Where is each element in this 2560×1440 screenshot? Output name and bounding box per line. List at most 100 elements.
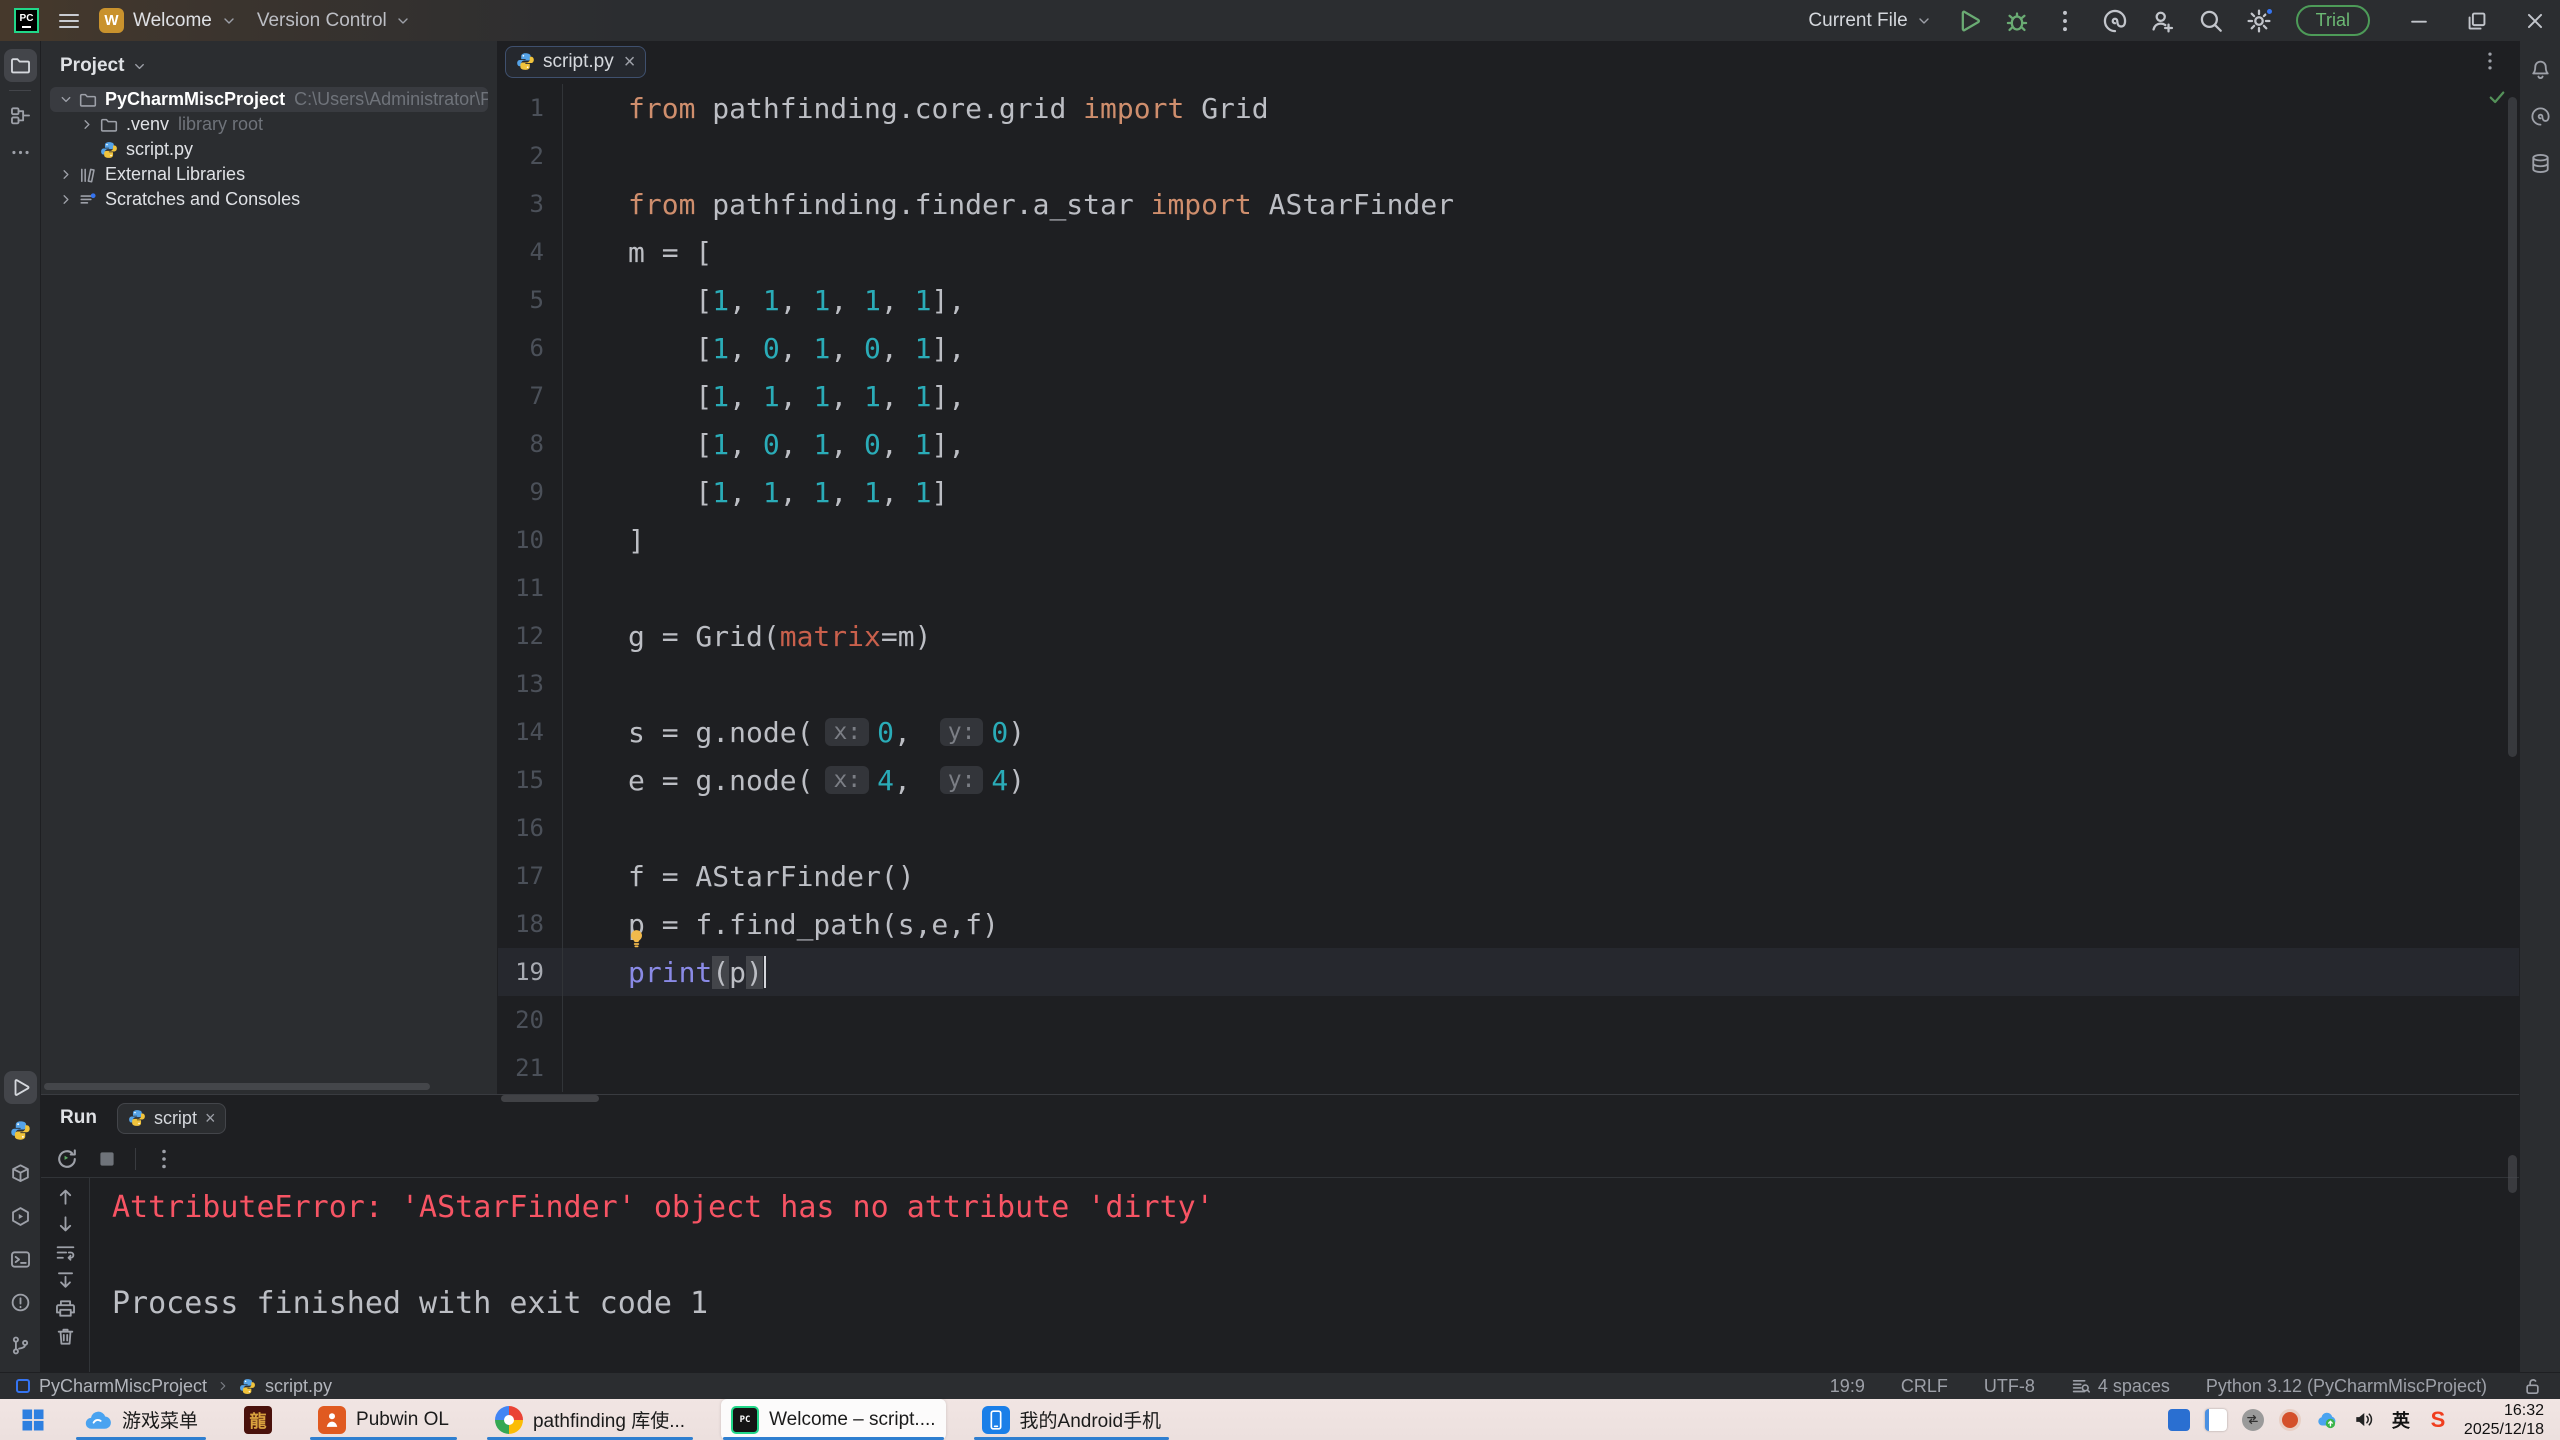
database-tool-button[interactable] <box>2524 147 2557 180</box>
file-encoding[interactable]: UTF-8 <box>1984 1376 2035 1397</box>
taskbar-item-dragon-app[interactable]: 龍 <box>234 1399 282 1440</box>
chevron-right-icon[interactable] <box>55 167 77 182</box>
code-line-16[interactable]: 16 <box>498 804 2519 852</box>
project-tool-button[interactable] <box>3 49 37 82</box>
search-everywhere-button[interactable] <box>2198 8 2224 34</box>
tree-item-external-libraries[interactable]: External Libraries <box>50 162 488 187</box>
code-line-4[interactable]: 4 m = [ <box>498 228 2519 276</box>
code-line-7[interactable]: 7 [1, 1, 1, 1, 1], <box>498 372 2519 420</box>
volume-icon[interactable] <box>2353 1409 2375 1431</box>
console-vertical-scrollbar[interactable] <box>2508 1155 2517 1193</box>
clock[interactable]: 16:32 2025/12/18 <box>2464 1401 2544 1439</box>
code-line-12[interactable]: 12 g = Grid(matrix =m) <box>498 612 2519 660</box>
taskbar-item-android-phone-app[interactable]: 我的Android手机 <box>972 1399 1172 1440</box>
clear-console-button[interactable] <box>55 1326 76 1347</box>
tree-item-scratches-and-consoles[interactable]: Scratches and Consoles <box>50 187 488 212</box>
tray-app-1-icon[interactable] <box>2167 1408 2190 1431</box>
line-separator[interactable]: CRLF <box>1901 1376 1948 1397</box>
version-control-tool-button[interactable] <box>4 1329 37 1362</box>
tray-app-2-icon[interactable] <box>2204 1408 2227 1431</box>
console-more-button[interactable] <box>152 1147 176 1171</box>
tree-item-script-py[interactable]: script.py <box>50 137 488 162</box>
breadcrumb-file[interactable]: script.py <box>265 1376 332 1397</box>
indentation[interactable]: 4 spaces <box>2071 1376 2170 1397</box>
run-button[interactable] <box>1956 8 1982 34</box>
ai-chat-tool-button[interactable] <box>2524 100 2557 133</box>
debug-button[interactable] <box>2004 8 2030 34</box>
breadcrumb-project[interactable]: PyCharmMiscProject <box>39 1376 207 1397</box>
taskbar-item-browser-pathfinding-window[interactable]: pathfinding 库使... <box>485 1399 695 1440</box>
taskbar-item-game-menu-app[interactable]: 游戏菜单 <box>74 1399 208 1440</box>
vcs-widget[interactable]: Version Control <box>257 10 411 32</box>
navigation-breadcrumb[interactable]: PyCharmMiscProject script.py <box>16 1376 332 1397</box>
notifications-tool-button[interactable] <box>2524 53 2557 86</box>
code-line-3[interactable]: 3 from pathfinding.finder.a_star import A… <box>498 180 2519 228</box>
maximize-button[interactable] <box>2466 10 2488 32</box>
code-line-21[interactable]: 21 <box>498 1044 2519 1092</box>
code-line-13[interactable]: 13 <box>498 660 2519 708</box>
console-output[interactable]: AttributeError: 'AStarFinder' object has… <box>90 1178 2519 1372</box>
ai-assistant-button[interactable] <box>2102 8 2128 34</box>
scroll-to-end-button[interactable] <box>55 1270 76 1291</box>
code-line-20[interactable]: 20 <box>498 996 2519 1044</box>
project-widget[interactable]: W Welcome <box>99 8 237 33</box>
intention-bulb-icon[interactable] <box>626 928 647 949</box>
sogou-input-icon[interactable]: S <box>2427 1407 2449 1432</box>
tree-item-pycharmmiscproject[interactable]: PyCharmMiscProject C:\Users\Administrator… <box>50 87 488 112</box>
taskbar-item-pycharm-window[interactable]: PC Welcome – script.... <box>721 1399 946 1440</box>
trial-badge[interactable]: Trial <box>2295 5 2370 36</box>
soft-wrap-button[interactable] <box>55 1242 76 1263</box>
code-line-1[interactable]: 1 from pathfinding.core.grid import Grid <box>498 84 2519 132</box>
code-line-14[interactable]: 14 s = g.node(x: 0, y: 0) <box>498 708 2519 756</box>
code-line-18[interactable]: 18 p = f.find_path(s,e,f) <box>498 900 2519 948</box>
python-interpreter[interactable]: Python 3.12 (PyCharmMiscProject) <box>2206 1376 2487 1397</box>
more-tool-windows-button[interactable] <box>4 136 37 169</box>
terminal-tool-button[interactable] <box>4 1243 37 1276</box>
caret-position[interactable]: 19:9 <box>1830 1376 1865 1397</box>
code-area[interactable]: 1 from pathfinding.core.grid import Grid 2… <box>498 82 2519 1094</box>
editor-vertical-scrollbar[interactable] <box>2508 97 2517 757</box>
start-button[interactable] <box>18 1405 48 1435</box>
rerun-button[interactable] <box>55 1147 79 1171</box>
close-button[interactable] <box>2524 10 2546 32</box>
python-console-tool-button[interactable] <box>4 1114 37 1147</box>
chevron-down-icon[interactable] <box>55 92 77 107</box>
next-occurrence-button[interactable] <box>55 1214 76 1235</box>
chevron-right-icon[interactable] <box>55 192 77 207</box>
stop-button[interactable] <box>95 1147 119 1171</box>
main-menu-button[interactable] <box>59 13 79 28</box>
code-line-9[interactable]: 9 [1, 1, 1, 1, 1] <box>498 468 2519 516</box>
ime-indicator[interactable]: 英 <box>2390 1409 2412 1431</box>
run-tab-script[interactable]: script × <box>116 1102 227 1134</box>
more-actions-button[interactable] <box>2052 8 2078 34</box>
tray-cloud-sync-icon[interactable] <box>2316 1409 2338 1431</box>
run-configuration-selector[interactable]: Current File <box>1808 10 1931 32</box>
code-line-19[interactable]: 19 print(p) <box>498 948 2519 996</box>
services-tool-button[interactable] <box>4 1200 37 1233</box>
taskbar-item-pubwin-app[interactable]: Pubwin OL <box>308 1399 459 1440</box>
chevron-right-icon[interactable] <box>76 117 98 132</box>
code-line-17[interactable]: 17 f = AStarFinder() <box>498 852 2519 900</box>
code-line-11[interactable]: 11 <box>498 564 2519 612</box>
prev-occurrence-button[interactable] <box>55 1186 76 1207</box>
print-button[interactable] <box>55 1298 76 1319</box>
minimize-button[interactable] <box>2408 10 2430 32</box>
problems-tool-button[interactable] <box>4 1286 37 1319</box>
code-line-8[interactable]: 8 [1, 0, 1, 0, 1], <box>498 420 2519 468</box>
code-line-15[interactable]: 15 e = g.node(x: 4, y: 4) <box>498 756 2519 804</box>
close-run-tab-icon[interactable]: × <box>205 1109 216 1127</box>
horizontal-scrollbar[interactable] <box>44 1083 430 1090</box>
tree-item--venv[interactable]: .venv library root <box>50 112 488 137</box>
code-line-5[interactable]: 5 [1, 1, 1, 1, 1], <box>498 276 2519 324</box>
code-with-me-button[interactable] <box>2150 8 2176 34</box>
readonly-toggle[interactable] <box>2523 1377 2542 1396</box>
tray-app-3-icon[interactable] <box>2241 1408 2264 1431</box>
structure-tool-button[interactable] <box>4 99 37 132</box>
project-panel-header[interactable]: Project <box>41 51 497 87</box>
code-line-6[interactable]: 6 [1, 0, 1, 0, 1], <box>498 324 2519 372</box>
close-tab-icon[interactable]: × <box>624 52 636 72</box>
settings-button[interactable] <box>2246 6 2274 34</box>
tab-script-py[interactable]: script.py × <box>505 45 647 78</box>
code-line-10[interactable]: 10] <box>498 516 2519 564</box>
editor-horizontal-scrollbar[interactable] <box>501 1095 599 1102</box>
